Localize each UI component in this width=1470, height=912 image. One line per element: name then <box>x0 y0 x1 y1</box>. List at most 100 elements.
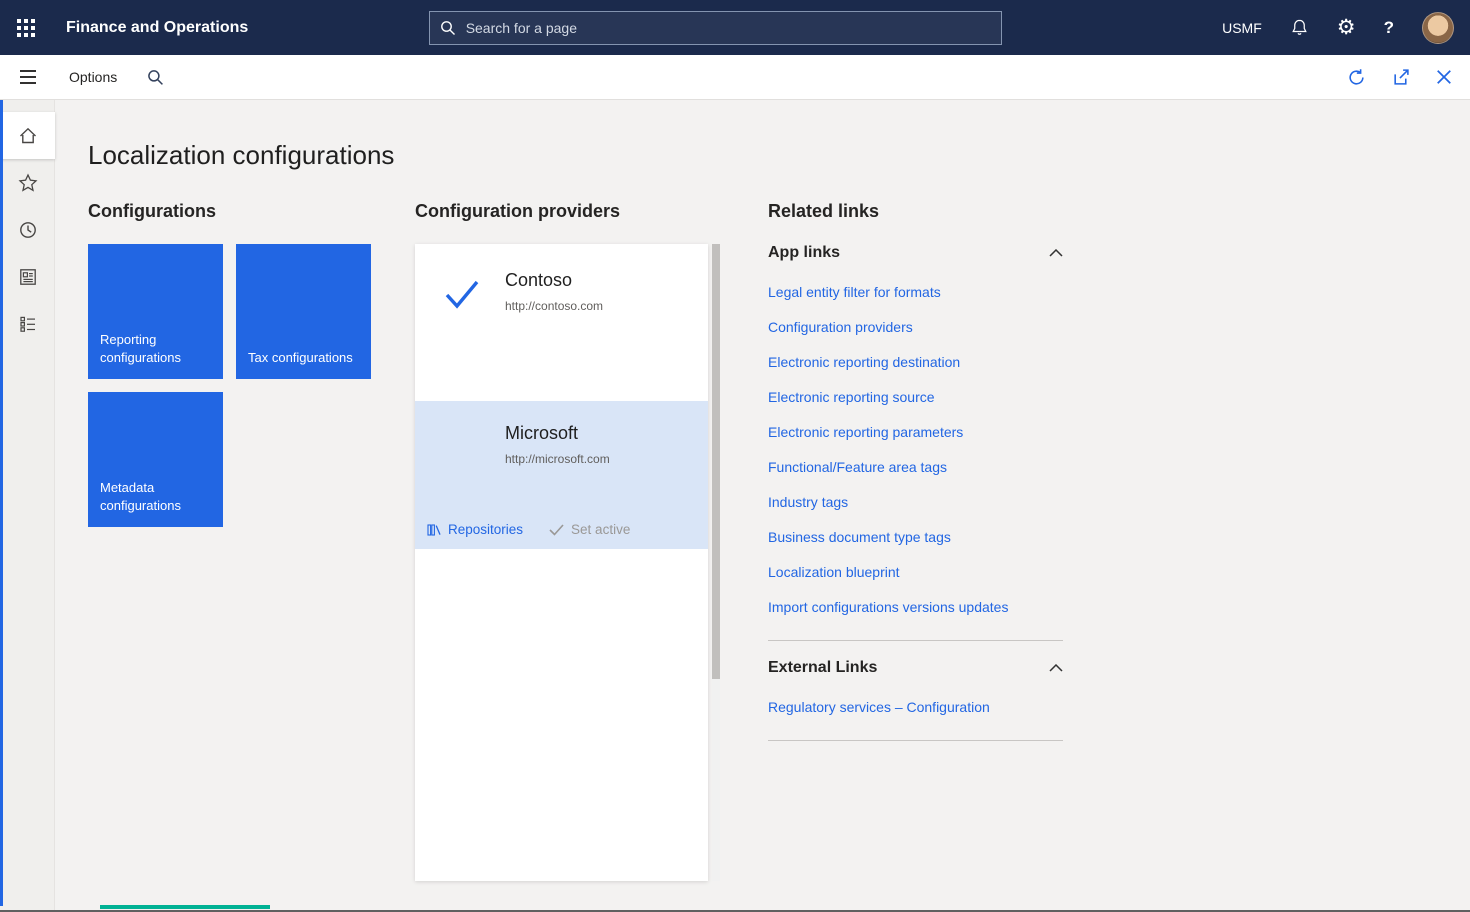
link-er-parameters[interactable]: Electronic reporting parameters <box>768 414 1063 449</box>
command-bar-right <box>1347 68 1470 87</box>
related-links-section: Related links App links Legal entity fil… <box>768 201 1063 881</box>
provider-url: http://contoso.com <box>505 299 603 313</box>
global-search[interactable] <box>429 11 1002 45</box>
sidebar-item-recent[interactable] <box>0 206 55 253</box>
link-er-destination[interactable]: Electronic reporting destination <box>768 344 1063 379</box>
related-links-heading: Related links <box>768 201 1063 222</box>
configurations-section: Configurations Reporting configurations … <box>88 201 371 881</box>
link-legal-entity-filter[interactable]: Legal entity filter for formats <box>768 274 1063 309</box>
app-launcher-waffle-icon[interactable] <box>0 0 52 55</box>
nav-toggle-hamburger-icon[interactable] <box>0 55 55 100</box>
providers-scrollbar-thumb[interactable] <box>712 244 720 679</box>
sidebar-item-workspaces[interactable] <box>0 253 55 300</box>
settings-button[interactable]: ⚙ <box>1337 17 1356 38</box>
sidebar-item-home[interactable] <box>0 112 55 159</box>
external-links-list: Regulatory services – Configuration <box>768 689 1063 724</box>
link-er-source[interactable]: Electronic reporting source <box>768 379 1063 414</box>
app-title[interactable]: Finance and Operations <box>66 19 248 37</box>
chevron-up-icon <box>1049 249 1063 257</box>
star-icon <box>18 173 38 193</box>
providers-list: Contoso http://contoso.com Microsoft htt… <box>415 244 708 881</box>
provider-text: Contoso http://contoso.com <box>505 270 603 401</box>
configuration-tiles: Reporting configurations Tax configurati… <box>88 244 371 527</box>
gear-icon: ⚙ <box>1337 17 1356 38</box>
app-links-title: App links <box>768 244 840 262</box>
form-search-button[interactable] <box>147 69 164 86</box>
main-content: Localization configurations Configuratio… <box>55 100 1470 911</box>
configuration-providers-heading: Configuration providers <box>415 201 708 222</box>
provider-actions: Repositories Set active <box>427 522 630 537</box>
repositories-icon <box>427 523 441 537</box>
provider-item-microsoft[interactable]: Microsoft http://microsoft.com Repositor… <box>415 401 708 549</box>
active-check-icon <box>443 270 505 401</box>
refresh-button[interactable] <box>1347 68 1366 87</box>
providers-card-wrap: Contoso http://contoso.com Microsoft htt… <box>415 244 708 881</box>
external-links-header: External Links <box>768 659 1063 677</box>
providers-scrollbar <box>712 244 720 881</box>
clock-icon <box>18 220 38 240</box>
sidebar-item-modules[interactable] <box>0 300 55 347</box>
configuration-providers-section: Configuration providers Contoso http://c… <box>415 201 708 881</box>
bell-icon <box>1290 18 1309 37</box>
tile-label: Reporting configurations <box>100 331 211 367</box>
topbar-center <box>248 11 1222 45</box>
app-links-header: App links <box>768 244 1063 262</box>
help-button[interactable]: ? <box>1384 18 1394 38</box>
close-button[interactable] <box>1436 69 1452 85</box>
app-window: Finance and Operations USMF ⚙ ? Optio <box>0 0 1470 912</box>
global-search-input[interactable] <box>466 20 991 36</box>
content-columns: Configurations Reporting configurations … <box>88 201 1470 881</box>
left-edge-accent <box>0 100 3 906</box>
link-functional-feature-tags[interactable]: Functional/Feature area tags <box>768 449 1063 484</box>
provider-name: Microsoft <box>505 423 610 444</box>
set-active-label: Set active <box>571 522 630 537</box>
user-avatar[interactable] <box>1422 12 1454 44</box>
left-nav-rail <box>0 100 55 911</box>
divider <box>768 640 1063 641</box>
set-active-button[interactable]: Set active <box>549 522 630 537</box>
check-icon <box>549 524 564 536</box>
app-links-list: Legal entity filter for formats Configur… <box>768 274 1063 624</box>
home-icon <box>18 126 38 146</box>
tile-label: Metadata configurations <box>100 479 211 515</box>
top-navigation-bar: Finance and Operations USMF ⚙ ? <box>0 0 1470 55</box>
tile-reporting-configurations[interactable]: Reporting configurations <box>88 244 223 379</box>
external-links-title: External Links <box>768 659 877 677</box>
configurations-heading: Configurations <box>88 201 371 222</box>
page-body: Localization configurations Configuratio… <box>0 100 1470 911</box>
repositories-button[interactable]: Repositories <box>427 522 523 537</box>
link-import-configurations-versions[interactable]: Import configurations versions updates <box>768 589 1063 624</box>
chevron-up-icon <box>1049 664 1063 672</box>
horizontal-scrollbar-thumb[interactable] <box>100 905 270 909</box>
notifications-button[interactable] <box>1290 18 1309 37</box>
divider <box>768 740 1063 741</box>
link-configuration-providers[interactable]: Configuration providers <box>768 309 1063 344</box>
tile-label: Tax configurations <box>248 349 353 367</box>
link-industry-tags[interactable]: Industry tags <box>768 484 1063 519</box>
company-picker[interactable]: USMF <box>1222 20 1262 36</box>
app-links-collapse-button[interactable] <box>1049 249 1063 257</box>
options-menu-button[interactable]: Options <box>69 69 117 85</box>
open-in-new-window-button[interactable] <box>1392 68 1410 86</box>
link-regulatory-services[interactable]: Regulatory services – Configuration <box>768 689 1063 724</box>
link-business-document-type-tags[interactable]: Business document type tags <box>768 519 1063 554</box>
waffle-grid-icon <box>17 19 35 37</box>
repositories-label: Repositories <box>448 522 523 537</box>
provider-item-contoso[interactable]: Contoso http://contoso.com <box>415 244 708 401</box>
sidebar-item-favorites[interactable] <box>0 159 55 206</box>
horizontal-scrollbar <box>0 905 1470 912</box>
provider-url: http://microsoft.com <box>505 452 610 466</box>
command-bar: Options <box>0 55 1470 100</box>
tile-tax-configurations[interactable]: Tax configurations <box>236 244 371 379</box>
help-icon: ? <box>1384 18 1394 38</box>
modules-list-icon <box>18 314 38 334</box>
popout-icon <box>1392 68 1410 86</box>
topbar-right: USMF ⚙ ? <box>1222 12 1470 44</box>
provider-name: Contoso <box>505 270 603 291</box>
search-icon <box>440 20 456 36</box>
search-icon <box>147 69 164 86</box>
tile-metadata-configurations[interactable]: Metadata configurations <box>88 392 223 527</box>
external-links-collapse-button[interactable] <box>1049 664 1063 672</box>
workspace-form-icon <box>18 267 38 287</box>
link-localization-blueprint[interactable]: Localization blueprint <box>768 554 1063 589</box>
